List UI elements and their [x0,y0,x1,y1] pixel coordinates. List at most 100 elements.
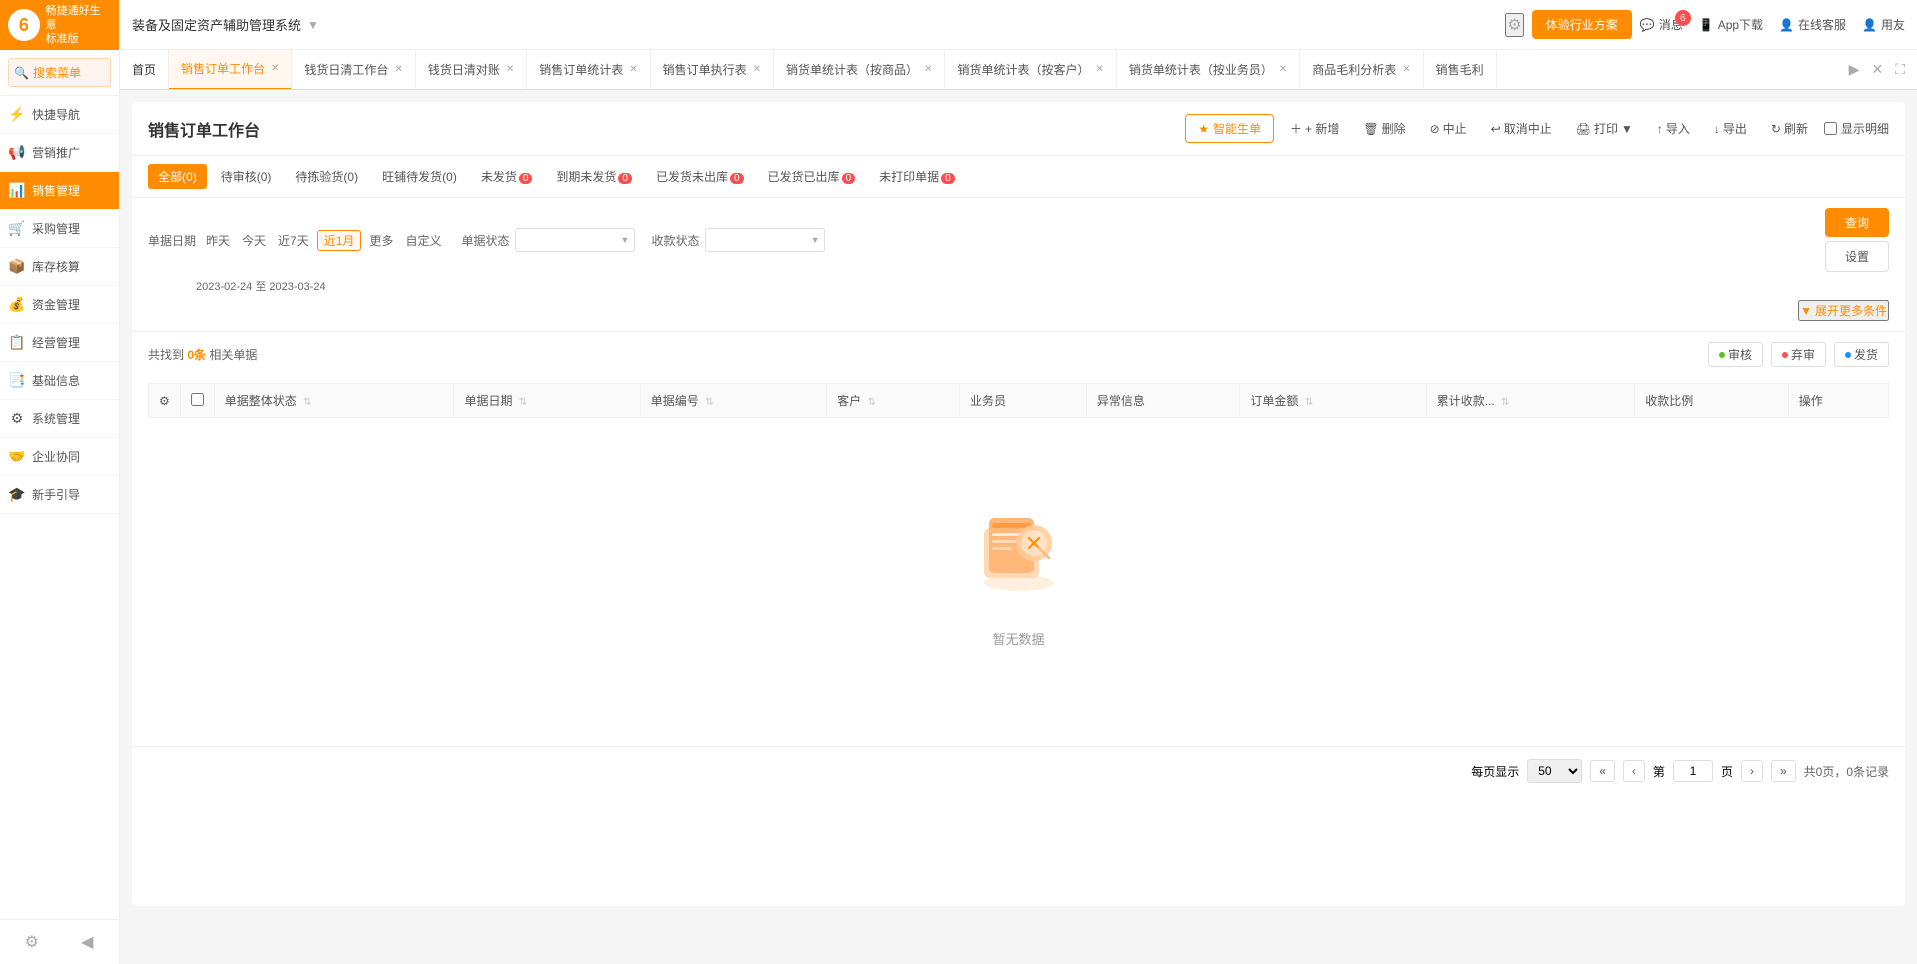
sidebar-item-enterprise[interactable]: 🤝 企业协同 [0,438,119,476]
tab-close-stats-salesperson[interactable]: ✕ [1279,64,1287,75]
trial-button[interactable]: 体验行业方案 [1532,10,1632,39]
date-opt-1month[interactable]: 近1月 [317,230,362,251]
sub-tab-not-printed[interactable]: 未打印单据0 [869,164,965,189]
payment-select[interactable] [705,228,825,252]
sub-tab-pending-review[interactable]: 待审核(0) [211,164,282,189]
sidebar-item-quick-nav[interactable]: ⚡ 快捷导航 [0,96,119,134]
table-scroll-container[interactable]: ⚙ 单据整体状态 ⇅ 单据日期 [148,375,1889,736]
payment-filter: 收款状态 [651,228,825,252]
sidebar-item-marketing[interactable]: 📢 营销推广 [0,134,119,172]
export-button[interactable]: ↓ 导出 [1706,115,1755,142]
tab-home[interactable]: 首页 [120,50,169,90]
tab-close-margin[interactable]: ✕ [1402,64,1410,75]
show-detail-checkbox[interactable] [1824,122,1837,135]
sidebar-settings-button[interactable]: ⚙ [8,928,56,956]
page-input[interactable] [1673,760,1713,782]
query-button[interactable]: 查询 [1825,208,1889,237]
not-printed-badge: 0 [941,173,955,184]
column-settings-icon[interactable]: ⚙ [159,394,170,408]
tab-close-sales-exec[interactable]: ✕ [753,64,761,75]
print-icon: 🖨 [1576,122,1591,136]
search-menu-button[interactable]: 🔍 搜索菜单 [8,58,111,87]
finance-icon: 💰 [8,296,26,313]
date-opt-7days[interactable]: 近7天 [274,230,313,251]
tab-close-sales-stats[interactable]: ✕ [629,64,637,75]
collected-sort-icon[interactable]: ⇅ [1501,397,1509,408]
first-page-button[interactable]: « [1590,760,1615,782]
cancel-stop-button[interactable]: ↩ 取消中止 [1483,115,1560,142]
sub-tab-all[interactable]: 全部(0) [148,164,207,189]
next-page-button[interactable]: › [1741,760,1763,782]
sub-tab-shipped-not-out[interactable]: 已发货未出库0 [646,164,754,189]
refresh-button[interactable]: ↻ 刷新 [1763,115,1816,142]
sidebar-collapse-button[interactable]: ◀ [64,928,112,956]
tab-cash-reconcile[interactable]: 钱货日清对账 ✕ [416,50,527,90]
sub-tab-pending-inspect[interactable]: 待拣验货(0) [285,164,368,189]
app-download-button[interactable]: 📱 App下载 [1699,16,1763,33]
tab-close-stats-customer[interactable]: ✕ [1095,64,1103,75]
tab-sales-order-exec[interactable]: 销售订单执行表 ✕ [651,50,774,90]
sidebar-item-operations[interactable]: 📋 经营管理 [0,324,119,362]
date-opt-yesterday[interactable]: 昨天 [202,230,234,251]
set-button[interactable]: 设置 [1825,241,1889,272]
tab-close-cash-reconcile[interactable]: ✕ [506,64,514,75]
batch-ship-button[interactable]: 发货 [1834,342,1889,367]
import-button[interactable]: ↑ 导入 [1649,115,1698,142]
tab-sales-profit[interactable]: 销售毛利 [1424,50,1497,90]
tab-close-cash-daily[interactable]: ✕ [394,64,402,75]
batch-approve-button[interactable]: 审核 [1708,342,1763,367]
delete-button[interactable]: 🗑 删除 [1355,115,1413,142]
sidebar-item-finance[interactable]: 💰 资金管理 [0,286,119,324]
date-opt-custom[interactable]: 自定义 [401,230,445,251]
tab-fullscreen-button[interactable]: ⛶ [1891,59,1909,80]
expand-conditions-button[interactable]: ▼ 展开更多条件 [1798,300,1889,321]
tab-close-all-button[interactable]: ✕ [1867,59,1887,80]
sub-tab-wangpu[interactable]: 旺铺待发货(0) [372,164,467,189]
export-icon: ↓ [1714,122,1720,136]
status-select[interactable] [515,228,635,252]
per-page-select[interactable]: 50 100 200 [1527,759,1582,783]
tab-close-stats-product[interactable]: ✕ [924,64,932,75]
sub-tab-shipped-out[interactable]: 已发货已出库0 [758,164,866,189]
sidebar-item-sales[interactable]: 📊 销售管理 [0,172,119,210]
th-status: 单据整体状态 ⇅ [214,384,454,418]
tab-cash-daily[interactable]: 钱货日清工作台 ✕ [292,50,415,90]
tab-sales-stats-customer[interactable]: 销货单统计表（按客户） ✕ [945,50,1116,90]
sidebar-item-guide[interactable]: 🎓 新手引导 [0,476,119,514]
system-dropdown-icon[interactable]: ▼ [307,18,319,32]
refresh-icon: ↻ [1771,122,1781,136]
show-detail-checkbox-label[interactable]: 显示明细 [1824,120,1889,137]
sub-tab-overdue-not-shipped[interactable]: 到期未发货0 [546,164,642,189]
status-sort-icon[interactable]: ⇅ [303,397,311,408]
sidebar-item-inventory[interactable]: 📦 库存核算 [0,248,119,286]
tab-sales-order-stats[interactable]: 销售订单统计表 ✕ [527,50,650,90]
user-button[interactable]: 👤 用友 [1862,16,1905,33]
last-page-button[interactable]: » [1771,760,1796,782]
smart-generate-button[interactable]: ★ 智能生单 [1185,114,1274,143]
topbar-settings-button[interactable]: ⚙ [1505,13,1523,37]
add-button[interactable]: ＋ + 新增 [1282,115,1347,142]
amount-sort-icon[interactable]: ⇅ [1305,397,1313,408]
print-button[interactable]: 🖨 打印 ▼ [1568,115,1641,142]
tab-sales-stats-salesperson[interactable]: 销货单统计表（按业务员） ✕ [1117,50,1300,90]
batch-revoke-button[interactable]: 弃审 [1771,342,1826,367]
stop-button[interactable]: ⊘ 中止 [1422,115,1475,142]
message-button[interactable]: 💬 消息 6 [1640,16,1683,33]
select-all-checkbox[interactable] [191,393,204,406]
sidebar-item-system[interactable]: ⚙ 系统管理 [0,400,119,438]
date-opt-more[interactable]: 更多 [365,230,397,251]
date-sort-icon[interactable]: ⇅ [519,397,527,408]
sidebar-item-basic-info[interactable]: 📑 基础信息 [0,362,119,400]
online-service-button[interactable]: 👤 在线客服 [1779,16,1846,33]
tab-sales-stats-product[interactable]: 销货单统计表（按商品） ✕ [774,50,945,90]
prev-page-button[interactable]: ‹ [1623,760,1645,782]
number-sort-icon[interactable]: ⇅ [705,397,713,408]
sub-tab-not-shipped[interactable]: 未发货0 [471,164,543,189]
date-opt-today[interactable]: 今天 [238,230,270,251]
sidebar-item-purchase[interactable]: 🛒 采购管理 [0,210,119,248]
customer-sort-icon[interactable]: ⇅ [867,397,875,408]
tab-product-margin[interactable]: 商品毛利分析表 ✕ [1300,50,1423,90]
tab-scroll-right-button[interactable]: ▶ [1845,59,1864,80]
tab-sales-order-workspace[interactable]: 销售订单工作台 ✕ [169,50,292,90]
tab-close-sales-order[interactable]: ✕ [271,63,279,74]
